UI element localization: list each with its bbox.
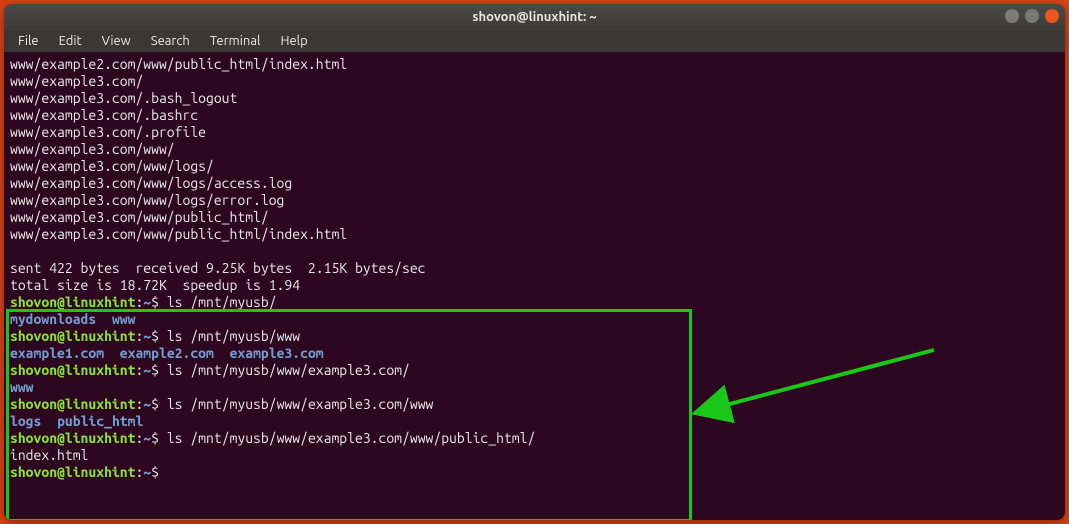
terminal-line: www/example3.com/: [10, 73, 1059, 90]
terminal-line: www/example3.com/.profile: [10, 124, 1059, 141]
terminal-line: www/example3.com/.bash_logout: [10, 90, 1059, 107]
titlebar: shovon@linuxhint: ~: [4, 4, 1065, 30]
terminal-prompt-line: shovon@linuxhint:~$: [10, 464, 1059, 481]
terminal-line: www/example3.com/www/logs/error.log: [10, 192, 1059, 209]
menu-edit[interactable]: Edit: [51, 32, 90, 50]
window-controls: [1005, 9, 1059, 23]
terminal-line: [10, 243, 1059, 260]
terminal-line: www/example3.com/www/logs/: [10, 158, 1059, 175]
terminal-prompt-line: shovon@linuxhint:~$ ls /mnt/myusb/www: [10, 328, 1059, 345]
terminal-line: www/example3.com/www/public_html/: [10, 209, 1059, 226]
terminal-line: www/example2.com/www/public_html/index.h…: [10, 56, 1059, 73]
close-icon[interactable]: [1045, 9, 1059, 23]
terminal-prompt-line: shovon@linuxhint:~$ ls /mnt/myusb/www/ex…: [10, 430, 1059, 447]
terminal-line: sent 422 bytes received 9.25K bytes 2.15…: [10, 260, 1059, 277]
window-title: shovon@linuxhint: ~: [472, 10, 596, 24]
terminal-line: www/example3.com/www/public_html/index.h…: [10, 226, 1059, 243]
menubar: File Edit View Search Terminal Help: [4, 30, 1065, 52]
terminal-line: www/example3.com/.bashrc: [10, 107, 1059, 124]
terminal-prompt-line: shovon@linuxhint:~$ ls /mnt/myusb/www/ex…: [10, 362, 1059, 379]
minimize-icon[interactable]: [1005, 9, 1019, 23]
terminal-output-line: logs public_html: [10, 413, 1059, 430]
terminal-output-line: example1.com example2.com example3.com: [10, 345, 1059, 362]
terminal-line: total size is 18.72K speedup is 1.94: [10, 277, 1059, 294]
maximize-icon[interactable]: [1025, 9, 1039, 23]
menu-help[interactable]: Help: [272, 32, 315, 50]
terminal-line: www/example3.com/www/logs/access.log: [10, 175, 1059, 192]
menu-search[interactable]: Search: [143, 32, 198, 50]
menu-file[interactable]: File: [10, 32, 47, 50]
terminal-output-line: mydownloads www: [10, 311, 1059, 328]
terminal-output[interactable]: www/example2.com/www/public_html/index.h…: [10, 56, 1059, 514]
menu-view[interactable]: View: [94, 32, 139, 50]
terminal-output-line: index.html: [10, 447, 1059, 464]
terminal-window: shovon@linuxhint: ~ File Edit View Searc…: [4, 4, 1065, 520]
terminal-line: www/example3.com/www/: [10, 141, 1059, 158]
menu-terminal[interactable]: Terminal: [202, 32, 269, 50]
terminal-prompt-line: shovon@linuxhint:~$ ls /mnt/myusb/: [10, 294, 1059, 311]
terminal-output-line: www: [10, 379, 1059, 396]
terminal-prompt-line: shovon@linuxhint:~$ ls /mnt/myusb/www/ex…: [10, 396, 1059, 413]
